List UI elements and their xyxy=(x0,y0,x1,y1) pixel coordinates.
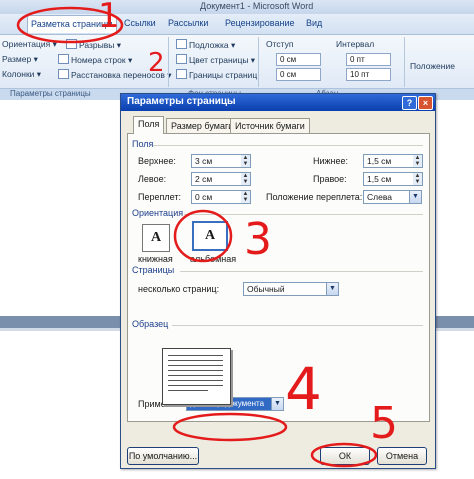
annotation-number: 3 xyxy=(244,214,272,265)
annotation-overlay xyxy=(16,6,378,468)
annotation-circle xyxy=(310,442,378,468)
annotation-circle xyxy=(172,412,288,442)
annotation-circle xyxy=(173,209,233,263)
tab-margins[interactable]: Поля xyxy=(133,116,165,134)
annotation-number: 2 xyxy=(148,48,165,78)
annotation-number: 4 xyxy=(285,355,322,423)
annotation-number: 1 xyxy=(98,0,120,36)
annotation-number: 5 xyxy=(370,398,398,449)
